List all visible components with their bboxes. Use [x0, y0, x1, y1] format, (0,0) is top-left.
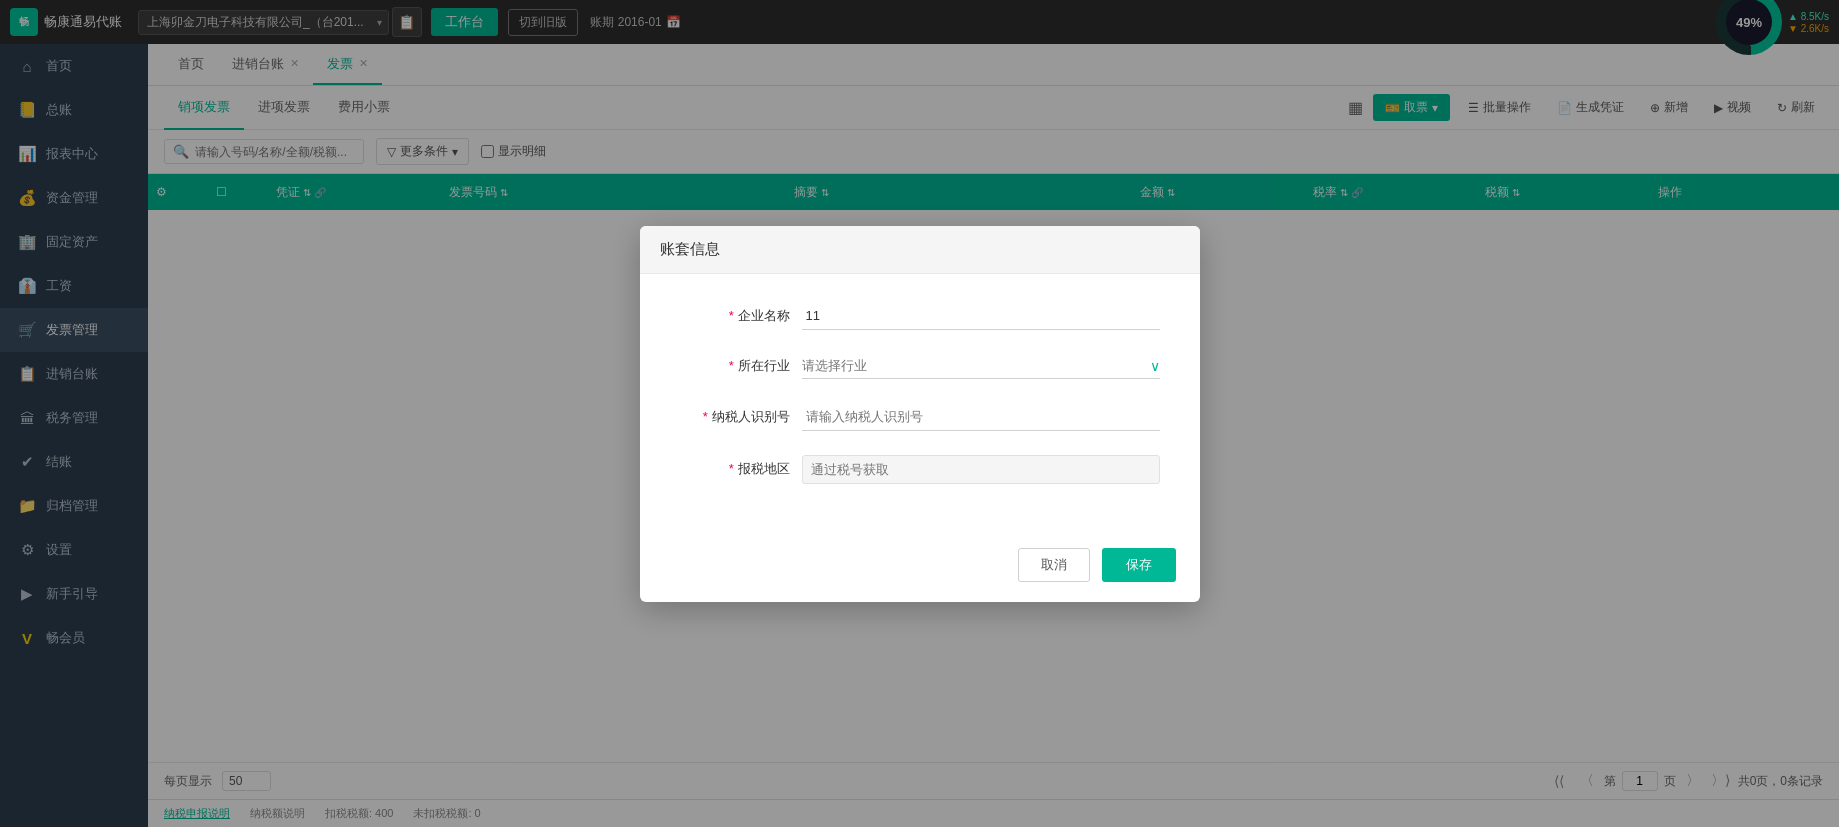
form-row-industry: * 所在行业 ∨ [680, 354, 1160, 379]
form-row-tax-region: * 报税地区 [680, 455, 1160, 484]
tax-region-required: * [729, 461, 734, 476]
account-info-modal: 账套信息 * 企业名称 * 所在行业 ∨ [640, 226, 1200, 602]
company-name-label: * 企业名称 [680, 307, 790, 325]
industry-select-wrap[interactable]: ∨ [802, 354, 1160, 379]
industry-dropdown-icon: ∨ [1150, 358, 1160, 374]
tax-id-required: * [703, 409, 708, 424]
industry-required: * [729, 358, 734, 373]
industry-select-input[interactable] [802, 358, 1150, 373]
form-row-tax-id: * 纳税人识别号 [680, 403, 1160, 431]
industry-label-text: 所在行业 [738, 358, 790, 373]
save-button[interactable]: 保存 [1102, 548, 1176, 582]
company-name-required: * [729, 308, 734, 323]
cancel-button[interactable]: 取消 [1018, 548, 1090, 582]
tax-region-input [802, 455, 1160, 484]
modal-header: 账套信息 [640, 226, 1200, 274]
tax-region-label-text: 报税地区 [738, 461, 790, 476]
tax-id-input[interactable] [802, 403, 1160, 431]
company-name-input[interactable] [802, 302, 1160, 330]
tax-id-label-text: 纳税人识别号 [712, 409, 790, 424]
form-row-company-name: * 企业名称 [680, 302, 1160, 330]
tax-region-label: * 报税地区 [680, 460, 790, 478]
modal-footer: 取消 保存 [640, 536, 1200, 602]
modal-body: * 企业名称 * 所在行业 ∨ * 纳 [640, 274, 1200, 536]
industry-label: * 所在行业 [680, 357, 790, 375]
company-name-label-text: 企业名称 [738, 308, 790, 323]
modal-title: 账套信息 [660, 240, 720, 257]
tax-id-label: * 纳税人识别号 [680, 408, 790, 426]
modal-overlay[interactable]: 账套信息 * 企业名称 * 所在行业 ∨ [0, 0, 1839, 827]
